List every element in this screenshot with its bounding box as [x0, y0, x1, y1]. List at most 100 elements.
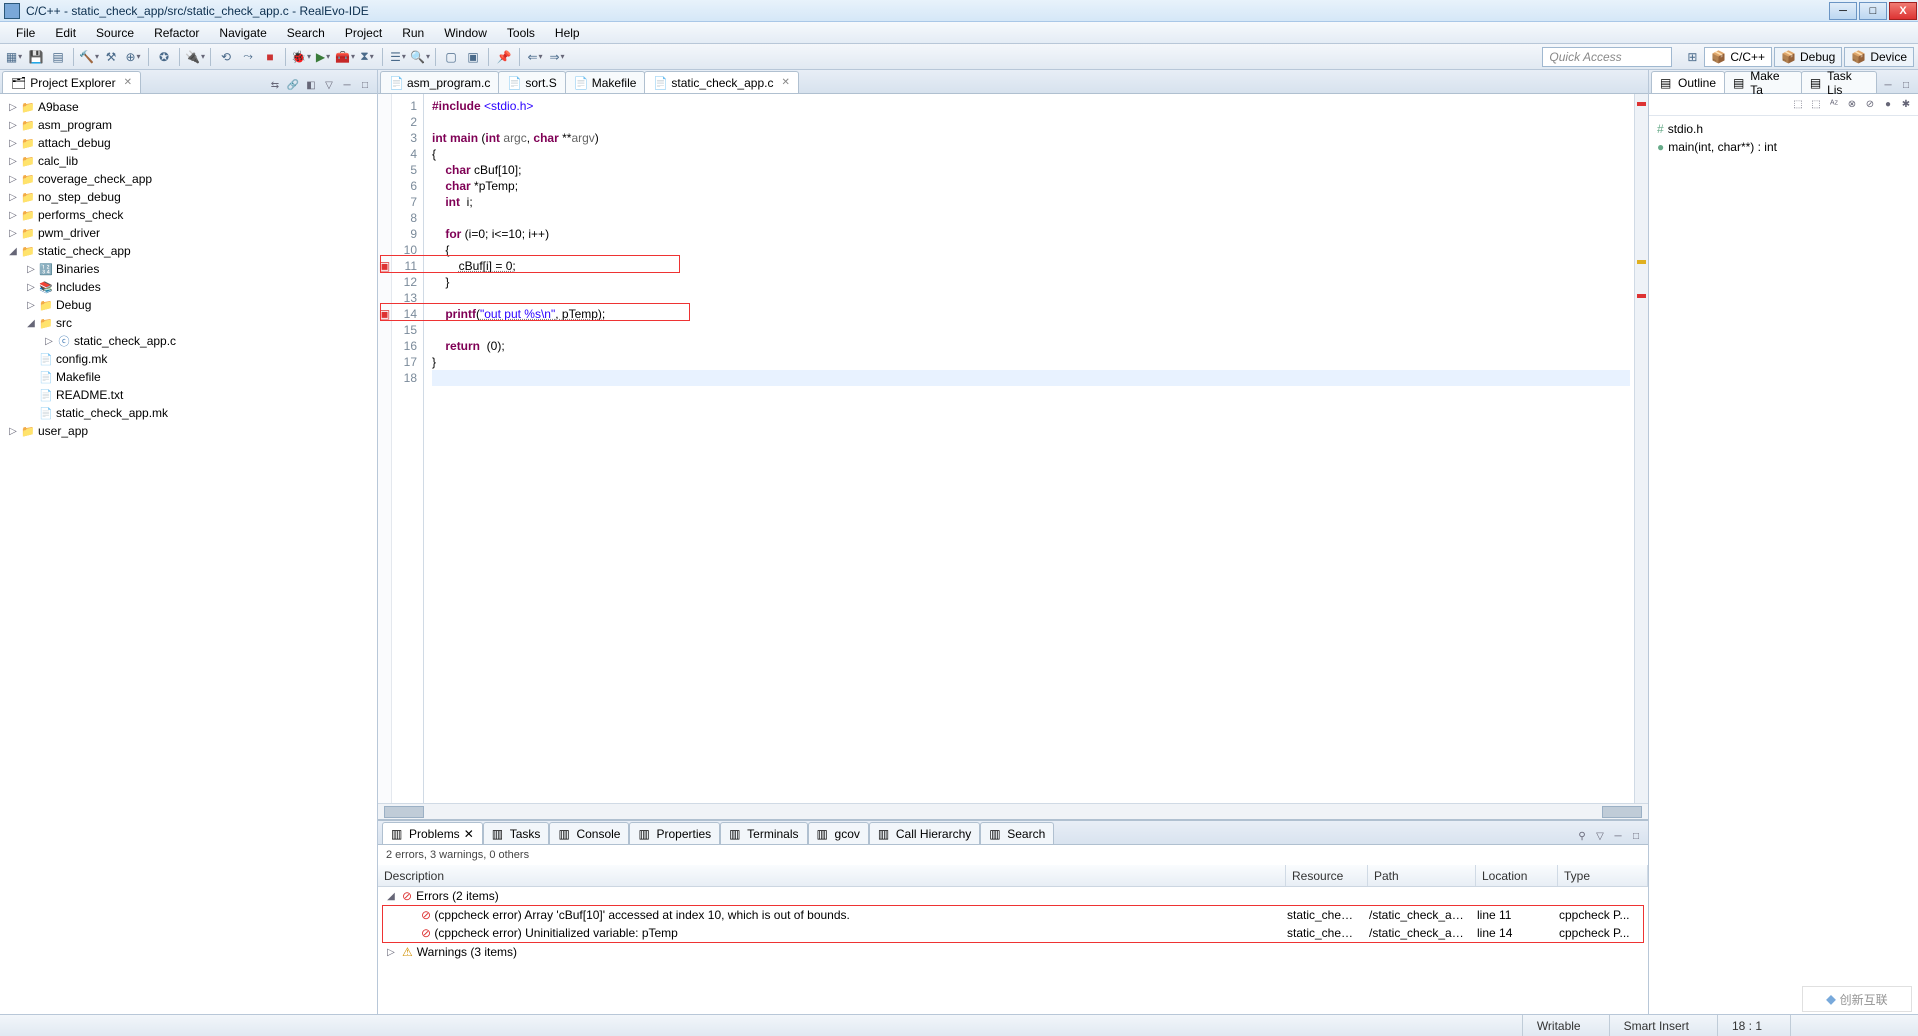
open-perspective-button[interactable]: ⊞: [1682, 47, 1702, 67]
hide-static-icon[interactable]: ⊘: [1862, 96, 1878, 112]
errors-group[interactable]: ◢⊘Errors (2 items): [378, 887, 1648, 905]
target-button[interactable]: ⊕: [123, 47, 143, 67]
maximize-button[interactable]: □: [1859, 2, 1887, 20]
open-type-button[interactable]: ☰: [388, 47, 408, 67]
tree-item[interactable]: ◢📁src: [2, 314, 375, 332]
warnings-group[interactable]: ▷⚠Warnings (3 items): [378, 943, 1648, 961]
perspective-debug[interactable]: 📦Debug: [1774, 47, 1842, 67]
minimize-view-icon[interactable]: ─: [339, 77, 355, 93]
focus-icon[interactable]: ◧: [303, 77, 319, 93]
menu-navigate[interactable]: Navigate: [209, 26, 276, 40]
tree-item[interactable]: ▷📚Includes: [2, 278, 375, 296]
sort-icon[interactable]: ⬚: [1790, 96, 1806, 112]
horizontal-scrollbar[interactable]: [378, 803, 1648, 819]
col-path[interactable]: Path: [1368, 865, 1476, 886]
new-button[interactable]: ▦: [4, 47, 24, 67]
editor-tab[interactable]: 📄sort.S: [498, 71, 565, 93]
pin-button[interactable]: 📌: [494, 47, 514, 67]
editor-tab[interactable]: 📄static_check_app.c✕: [644, 71, 798, 93]
hide-nonpublic-icon[interactable]: ●: [1880, 96, 1896, 112]
col-description[interactable]: Description: [378, 865, 1286, 886]
tree-item[interactable]: ▷📁performs_check: [2, 206, 375, 224]
tree-item[interactable]: ▷📁Debug: [2, 296, 375, 314]
tree-item[interactable]: 📄Makefile: [2, 368, 375, 386]
tree-item[interactable]: ▷📁asm_program: [2, 116, 375, 134]
collapse-all-icon[interactable]: ⇆: [267, 77, 283, 93]
bottom-tab-search[interactable]: ▥Search: [980, 822, 1054, 844]
close-view-icon[interactable]: ✕: [124, 77, 132, 88]
tree-item[interactable]: ▷📁pwm_driver: [2, 224, 375, 242]
toggle-mark-button[interactable]: ▢: [441, 47, 461, 67]
outline-tab[interactable]: ▤Task Lis: [1801, 71, 1877, 93]
tree-item[interactable]: ▷📁attach_debug: [2, 134, 375, 152]
bottom-tab-tasks[interactable]: ▥Tasks: [483, 822, 550, 844]
forward-button[interactable]: ⇒: [547, 47, 567, 67]
skip-button[interactable]: ⤳: [238, 47, 258, 67]
tree-item[interactable]: 📄static_check_app.mk: [2, 404, 375, 422]
project-explorer-tab[interactable]: 🗂 Project Explorer ✕: [2, 71, 141, 93]
bottom-tab-gcov[interactable]: ▥gcov: [808, 822, 869, 844]
debug-button[interactable]: 🐞: [291, 47, 311, 67]
project-tree[interactable]: ▷📁A9base▷📁asm_program▷📁attach_debug▷📁cal…: [0, 94, 377, 1014]
col-resource[interactable]: Resource: [1286, 865, 1368, 886]
save-button[interactable]: 💾: [26, 47, 46, 67]
tree-item[interactable]: ▷🔢Binaries: [2, 260, 375, 278]
outline-item[interactable]: #stdio.h: [1653, 120, 1914, 138]
build-all-button[interactable]: ⚒: [101, 47, 121, 67]
maximize-panel-icon[interactable]: □: [1628, 828, 1644, 844]
outline-tab[interactable]: ▤Make Ta: [1724, 71, 1802, 93]
menu-source[interactable]: Source: [86, 26, 144, 40]
search-button[interactable]: 🔍: [410, 47, 430, 67]
menu-run[interactable]: Run: [392, 26, 434, 40]
col-location[interactable]: Location: [1476, 865, 1558, 886]
close-button[interactable]: X: [1889, 2, 1917, 20]
menu-file[interactable]: File: [6, 26, 45, 40]
hide-fields-icon[interactable]: ⊗: [1844, 96, 1860, 112]
perspective-device[interactable]: 📦Device: [1844, 47, 1914, 67]
toggle-button[interactable]: ✪: [154, 47, 174, 67]
filter-icon[interactable]: ⚲: [1574, 828, 1590, 844]
problems-table-header[interactable]: Description Resource Path Location Type: [378, 865, 1648, 887]
az-icon[interactable]: ᴬᶻ: [1826, 96, 1842, 112]
close-tab-icon[interactable]: ✕: [781, 77, 789, 88]
link-editor-icon[interactable]: 🔗: [285, 77, 301, 93]
stop-button[interactable]: ■: [260, 47, 280, 67]
close-tab-icon[interactable]: ✕: [464, 827, 474, 841]
maximize-view-icon[interactable]: □: [357, 77, 373, 93]
ext-tools-button[interactable]: 🧰: [335, 47, 355, 67]
quick-access-input[interactable]: Quick Access: [1542, 47, 1672, 67]
filter1-icon[interactable]: ⬚: [1808, 96, 1824, 112]
minimize-button[interactable]: ─: [1829, 2, 1857, 20]
outline-item[interactable]: ●main(int, char**) : int: [1653, 138, 1914, 156]
editor-tab[interactable]: 📄asm_program.c: [380, 71, 499, 93]
problem-row[interactable]: ⊘ (cppcheck error) Array 'cBuf[10]' acce…: [383, 906, 1643, 924]
tree-item[interactable]: ◢📁static_check_app: [2, 242, 375, 260]
tree-item[interactable]: ▷📁no_step_debug: [2, 188, 375, 206]
maximize-outline-icon[interactable]: □: [1898, 77, 1914, 93]
minimize-panel-icon[interactable]: ─: [1610, 828, 1626, 844]
bottom-tab-problems[interactable]: ▥Problems✕: [382, 822, 483, 844]
menu-edit[interactable]: Edit: [45, 26, 86, 40]
connect-button[interactable]: 🔌: [185, 47, 205, 67]
menu-window[interactable]: Window: [434, 26, 497, 40]
editor-tab[interactable]: 📄Makefile: [565, 71, 646, 93]
tree-item[interactable]: ▷📁coverage_check_app: [2, 170, 375, 188]
overview-ruler[interactable]: [1634, 94, 1648, 803]
tree-item[interactable]: ▷📁calc_lib: [2, 152, 375, 170]
profile-button[interactable]: ⧗: [357, 47, 377, 67]
col-type[interactable]: Type: [1558, 865, 1648, 886]
back-button[interactable]: ⇐: [525, 47, 545, 67]
outline-tree[interactable]: #stdio.h●main(int, char**) : int: [1649, 116, 1918, 1014]
outline-tab[interactable]: ▤Outline: [1651, 71, 1725, 93]
bottom-tab-call-hierarchy[interactable]: ▥Call Hierarchy: [869, 822, 980, 844]
menu-help[interactable]: Help: [545, 26, 590, 40]
build-button[interactable]: 🔨: [79, 47, 99, 67]
relaunch-button[interactable]: ⟲: [216, 47, 236, 67]
problem-row[interactable]: ⊘ (cppcheck error) Uninitialized variabl…: [383, 924, 1643, 942]
menu-tools[interactable]: Tools: [497, 26, 545, 40]
menu-refactor[interactable]: Refactor: [144, 26, 209, 40]
tree-item[interactable]: ▷📁A9base: [2, 98, 375, 116]
tree-item[interactable]: 📄config.mk: [2, 350, 375, 368]
minimize-outline-icon[interactable]: ─: [1880, 77, 1896, 93]
tree-item[interactable]: ▷ⓒstatic_check_app.c: [2, 332, 375, 350]
